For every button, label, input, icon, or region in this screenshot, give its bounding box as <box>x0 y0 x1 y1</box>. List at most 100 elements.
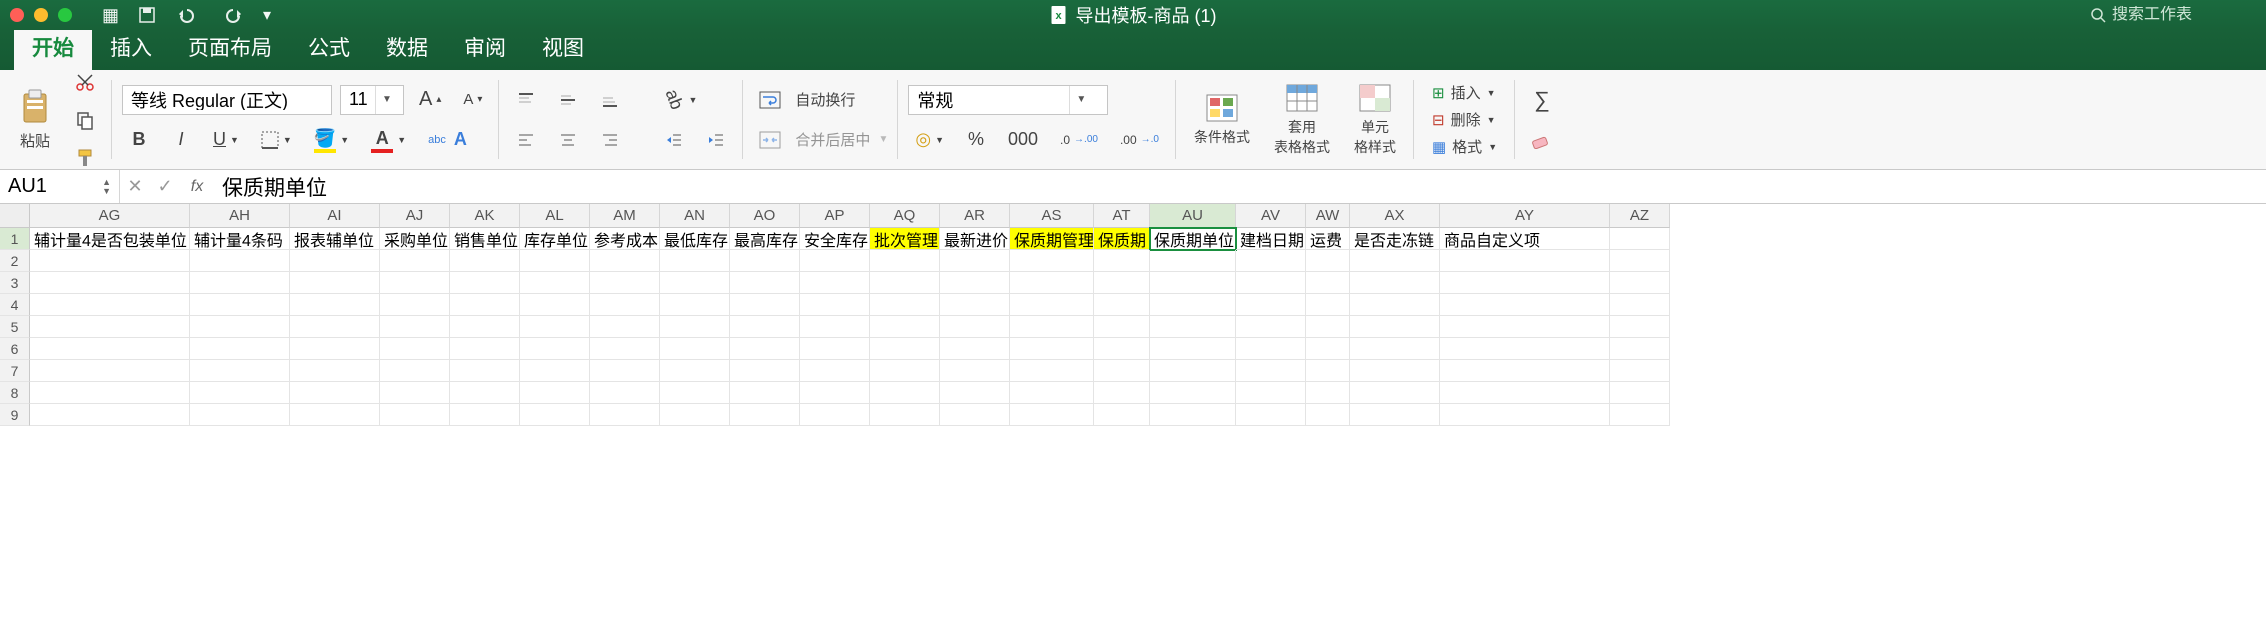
cell[interactable] <box>520 404 590 426</box>
cell[interactable]: 最新进价 <box>940 228 1010 250</box>
cell[interactable] <box>380 382 450 404</box>
cell[interactable] <box>730 316 800 338</box>
cell[interactable] <box>870 360 940 382</box>
cell[interactable] <box>940 272 1010 294</box>
cell[interactable] <box>870 316 940 338</box>
cell[interactable] <box>190 316 290 338</box>
font-size-input[interactable] <box>341 89 375 110</box>
cell[interactable] <box>1610 272 1670 294</box>
cell[interactable] <box>1610 294 1670 316</box>
search-input[interactable] <box>2112 6 2252 24</box>
row-header[interactable]: 6 <box>0 338 30 360</box>
cell[interactable] <box>190 250 290 272</box>
cell[interactable] <box>660 272 730 294</box>
cell[interactable] <box>590 360 660 382</box>
column-header[interactable]: AX <box>1350 204 1440 228</box>
tab-view[interactable]: 视图 <box>524 24 602 70</box>
cell[interactable] <box>730 272 800 294</box>
name-box[interactable]: ▲▼ <box>0 170 120 203</box>
format-cells-button[interactable]: ▦格式▼ <box>1432 136 1497 157</box>
cell[interactable] <box>590 294 660 316</box>
cell[interactable] <box>1306 360 1350 382</box>
cell[interactable] <box>1150 338 1236 360</box>
increase-indent-button[interactable] <box>699 125 733 155</box>
cell[interactable] <box>870 404 940 426</box>
cell-styles-button[interactable]: 单元 格样式 <box>1346 83 1404 157</box>
cell[interactable] <box>1010 382 1094 404</box>
cell[interactable] <box>1306 404 1350 426</box>
cell[interactable] <box>190 404 290 426</box>
cell[interactable] <box>1440 360 1610 382</box>
cell[interactable] <box>1236 250 1306 272</box>
align-right-button[interactable] <box>593 125 627 155</box>
cell[interactable]: 辅计量4是否包装单位 <box>30 228 190 250</box>
cell[interactable] <box>190 272 290 294</box>
cell[interactable] <box>1150 404 1236 426</box>
cell[interactable] <box>870 382 940 404</box>
cell[interactable] <box>870 250 940 272</box>
formula-input[interactable] <box>214 175 2266 199</box>
cell[interactable] <box>1440 250 1610 272</box>
phonetic-button[interactable]: abcA <box>421 125 474 155</box>
cell[interactable] <box>1306 316 1350 338</box>
cell[interactable] <box>30 338 190 360</box>
cell[interactable] <box>1094 294 1150 316</box>
cell[interactable] <box>450 404 520 426</box>
cell[interactable] <box>1236 404 1306 426</box>
cell[interactable] <box>1150 382 1236 404</box>
cell[interactable] <box>450 294 520 316</box>
cell[interactable] <box>1350 294 1440 316</box>
zoom-window-button[interactable] <box>58 8 72 22</box>
save-as-icon[interactable] <box>137 5 157 25</box>
orientation-button[interactable]: ab▼ <box>657 85 704 115</box>
customize-qat-icon[interactable]: ▾ <box>263 5 271 25</box>
cell[interactable] <box>1010 294 1094 316</box>
cell[interactable]: 批次管理 <box>870 228 940 250</box>
delete-cells-button[interactable]: ⊟删除▼ <box>1432 109 1497 130</box>
cell[interactable]: 库存单位 <box>520 228 590 250</box>
cell[interactable] <box>520 382 590 404</box>
cell[interactable] <box>1150 360 1236 382</box>
cells-area[interactable]: 辅计量4是否包装单位辅计量4条码报表辅单位采购单位销售单位库存单位参考成本最低库… <box>30 228 2266 426</box>
cell[interactable]: 销售单位 <box>450 228 520 250</box>
cell[interactable] <box>290 360 380 382</box>
chevron-down-icon[interactable]: ▼ <box>375 86 398 114</box>
cut-button[interactable] <box>68 67 102 97</box>
enter-formula-button[interactable]: ✓ <box>150 176 180 197</box>
cell[interactable] <box>1350 338 1440 360</box>
row-header[interactable]: 9 <box>0 404 30 426</box>
save-icon[interactable]: ▦ <box>102 5 119 26</box>
column-header[interactable]: AU <box>1150 204 1236 228</box>
table-format-button[interactable]: 套用 表格格式 <box>1266 83 1338 157</box>
worksheet-search[interactable] <box>2090 6 2252 24</box>
cell[interactable] <box>730 338 800 360</box>
cell[interactable] <box>1440 294 1610 316</box>
cell[interactable] <box>450 338 520 360</box>
cell[interactable] <box>380 272 450 294</box>
cell[interactable] <box>1236 360 1306 382</box>
cell[interactable]: 建档日期 <box>1236 228 1306 250</box>
name-box-down[interactable]: ▼ <box>102 187 111 196</box>
cell[interactable] <box>870 338 940 360</box>
column-header[interactable]: AP <box>800 204 870 228</box>
cell[interactable]: 保质期 <box>1094 228 1150 250</box>
cell[interactable] <box>290 272 380 294</box>
cell[interactable]: 保质期管理 <box>1010 228 1094 250</box>
cell[interactable] <box>30 316 190 338</box>
cell[interactable] <box>1610 316 1670 338</box>
cell[interactable] <box>450 272 520 294</box>
cell[interactable] <box>1010 404 1094 426</box>
underline-button[interactable]: U▼ <box>206 125 246 155</box>
cell[interactable] <box>940 404 1010 426</box>
cell[interactable] <box>520 294 590 316</box>
column-header[interactable]: AH <box>190 204 290 228</box>
align-middle-button[interactable] <box>551 85 585 115</box>
cell[interactable] <box>30 250 190 272</box>
cell[interactable] <box>190 294 290 316</box>
number-format-input[interactable] <box>909 89 1069 110</box>
cell[interactable] <box>1306 250 1350 272</box>
column-header[interactable]: AT <box>1094 204 1150 228</box>
cell[interactable] <box>1440 338 1610 360</box>
column-header[interactable]: AK <box>450 204 520 228</box>
row-header[interactable]: 8 <box>0 382 30 404</box>
